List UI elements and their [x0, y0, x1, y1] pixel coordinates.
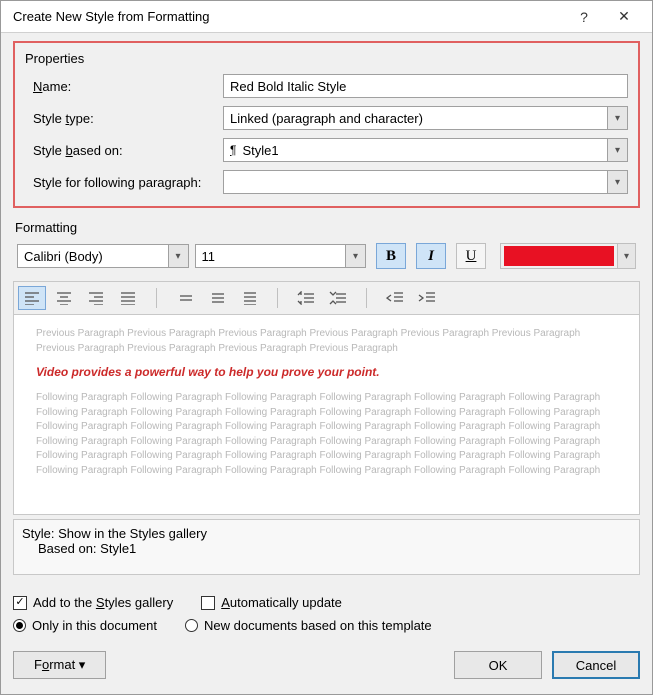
separator — [277, 288, 278, 308]
checkbox-checked-icon: ✓ — [13, 596, 27, 610]
name-input[interactable] — [223, 74, 628, 98]
line-spacing-1-button[interactable] — [171, 286, 199, 310]
preview-previous-text: Previous Paragraph Previous Paragraph Pr… — [36, 327, 617, 356]
new-documents-radio[interactable]: New documents based on this template — [185, 618, 432, 633]
format-menu-button[interactable]: Format ▾ — [13, 651, 106, 679]
style-type-label: Style type: — [25, 111, 223, 126]
space-before-decrease-button[interactable] — [324, 286, 352, 310]
name-label: Name: — [25, 79, 223, 94]
dialog-title: Create New Style from Formatting — [13, 9, 564, 24]
style-type-combo[interactable]: Linked (paragraph and character) ▾ — [223, 106, 628, 130]
dialog-buttons: Format ▾ OK Cancel — [13, 651, 640, 679]
close-button[interactable]: ✕ — [604, 1, 644, 33]
ok-button[interactable]: OK — [454, 651, 542, 679]
options-group: ✓ Add to the Styles gallery Automaticall… — [13, 595, 640, 633]
pilcrow-icon: ¶ — [230, 143, 236, 157]
color-swatch — [504, 246, 614, 266]
align-right-button[interactable] — [82, 286, 110, 310]
separator — [366, 288, 367, 308]
underline-button[interactable]: U — [456, 243, 486, 269]
style-based-on-combo[interactable]: ¶ Style1 ▾ — [223, 138, 628, 162]
properties-group: Properties Name: Style type: Linked (par… — [13, 41, 640, 208]
properties-label: Properties — [25, 51, 628, 66]
align-center-button[interactable] — [50, 286, 78, 310]
space-before-increase-button[interactable] — [292, 286, 320, 310]
cancel-button[interactable]: Cancel — [552, 651, 640, 679]
chevron-down-icon: ▾ — [168, 245, 188, 267]
separator — [156, 288, 157, 308]
chevron-down-icon: ▾ — [345, 245, 365, 267]
chevron-down-icon: ▾ — [607, 107, 627, 129]
add-to-gallery-checkbox[interactable]: ✓ Add to the Styles gallery — [13, 595, 173, 610]
decrease-indent-button[interactable] — [381, 286, 409, 310]
create-style-dialog: Create New Style from Formatting ? ✕ Pro… — [0, 0, 653, 695]
style-following-label: Style for following paragraph: — [25, 175, 223, 190]
chevron-down-icon: ▾ — [607, 139, 627, 161]
radio-checked-icon — [13, 619, 26, 632]
preview-pane: Previous Paragraph Previous Paragraph Pr… — [13, 315, 640, 515]
style-description: Style: Show in the Styles gallery Based … — [13, 519, 640, 575]
line-spacing-15-button[interactable] — [203, 286, 231, 310]
preview-sample-text: Video provides a powerful way to help yo… — [36, 364, 617, 381]
chevron-down-icon: ▾ — [617, 244, 635, 268]
checkbox-unchecked-icon — [201, 596, 215, 610]
align-justify-button[interactable] — [114, 286, 142, 310]
style-based-on-label: Style based on: — [25, 143, 223, 158]
align-left-button[interactable] — [18, 286, 46, 310]
preview-following-text: Following Paragraph Following Paragraph … — [36, 391, 617, 478]
formatting-label: Formatting — [15, 220, 640, 235]
font-toolbar: Calibri (Body) ▾ 11 ▾ B I U ▾ — [13, 241, 640, 271]
font-family-combo[interactable]: Calibri (Body) ▾ — [17, 244, 189, 268]
titlebar: Create New Style from Formatting ? ✕ — [1, 1, 652, 33]
italic-button[interactable]: I — [416, 243, 446, 269]
bold-button[interactable]: B — [376, 243, 406, 269]
line-spacing-2-button[interactable] — [235, 286, 263, 310]
only-this-document-radio[interactable]: Only in this document — [13, 618, 157, 633]
paragraph-toolbar — [13, 281, 640, 315]
font-size-combo[interactable]: 11 ▾ — [195, 244, 367, 268]
radio-unchecked-icon — [185, 619, 198, 632]
chevron-down-icon: ▾ — [607, 171, 627, 193]
style-following-combo[interactable]: ▾ — [223, 170, 628, 194]
font-color-combo[interactable]: ▾ — [500, 243, 636, 269]
increase-indent-button[interactable] — [413, 286, 441, 310]
auto-update-checkbox[interactable]: Automatically update — [201, 595, 342, 610]
help-button[interactable]: ? — [564, 1, 604, 33]
